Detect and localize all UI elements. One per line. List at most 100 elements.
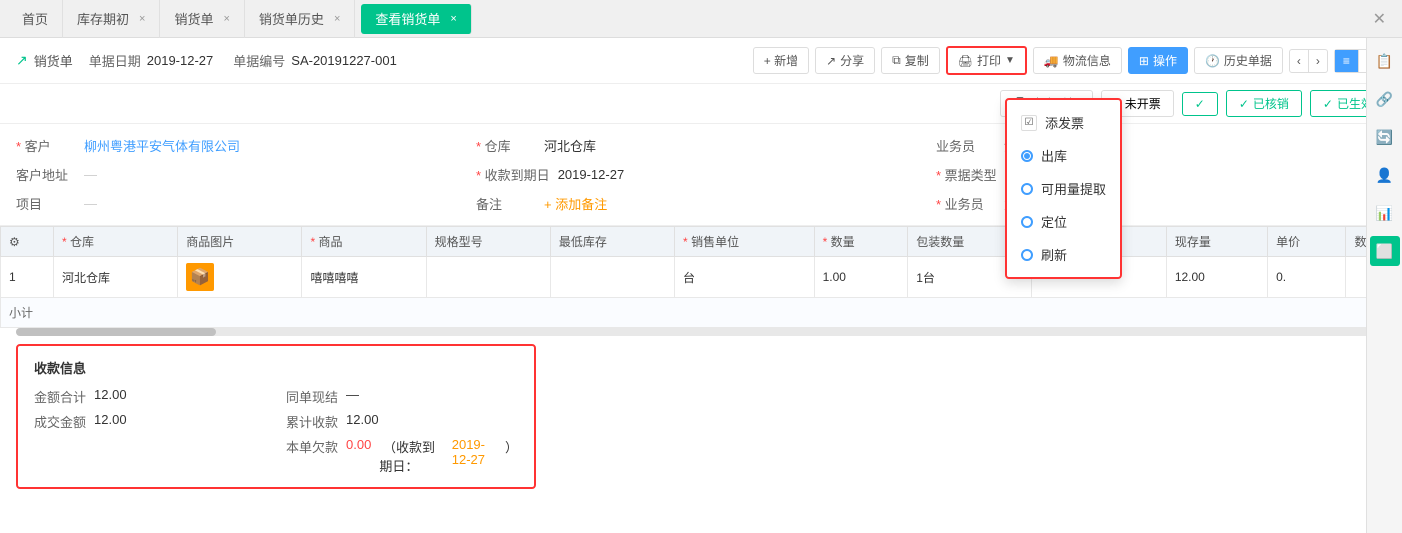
tab-inventory-init[interactable]: 库存期初 ×	[63, 0, 160, 38]
col-spec: 规格型号	[426, 227, 550, 257]
copy-label: 复制	[905, 52, 929, 69]
staff2-label: 业务员	[936, 194, 996, 213]
cumulative-label: 累计收款	[286, 412, 338, 431]
operate-button[interactable]: ⊞ 操作	[1128, 47, 1188, 74]
radio-unselected-icon	[1021, 183, 1033, 195]
total-amount-label: 金额合计	[34, 387, 86, 406]
operate-label: 操作	[1153, 52, 1177, 69]
transaction-amount-value: 12.00	[94, 412, 127, 431]
table-scrollbar[interactable]	[16, 328, 1386, 336]
print-button[interactable]: 🖨 打印 ▼	[946, 46, 1027, 75]
customer-label: 客户	[16, 136, 76, 155]
product-thumbnail: 📦	[186, 263, 214, 291]
sidebar-user-icon[interactable]: 👤	[1370, 160, 1400, 190]
doc-number-value: SA-20191227-001	[291, 53, 397, 68]
subtotal-label: 小计	[1, 298, 1402, 328]
sidebar-doc-icon[interactable]: 📋	[1370, 46, 1400, 76]
doc-meta: 单据日期 2019-12-27 单据编号 SA-20191227-001	[89, 51, 737, 70]
document-header: ↗ 销货单 单据日期 2019-12-27 单据编号 SA-20191227-0…	[0, 38, 1402, 84]
tab-history-close[interactable]: ×	[334, 13, 340, 25]
status-bar: 📱 来自手机 ○ 未开票 ✓ ✓ 已核销 ✓ 已生效	[0, 84, 1402, 124]
col-current-stock: 现存量	[1166, 227, 1267, 257]
dropdown-available-qty[interactable]: 可用量提取	[1007, 172, 1120, 205]
radio-locate-icon	[1021, 216, 1033, 228]
new-label: + 新增	[764, 52, 798, 69]
items-table: ⚙ 仓库 商品图片 商品 规格型号 最低库存 销售单位 数量 包装数量 可用量 …	[0, 226, 1402, 328]
tab-view-sales[interactable]: 查看销货单 ×	[361, 4, 471, 34]
remark-add-button[interactable]: + 添加备注	[544, 194, 607, 213]
sidebar-expand-icon[interactable]: ⬜	[1370, 236, 1400, 266]
tab-sales-history[interactable]: 销货单历史 ×	[245, 0, 355, 38]
tab-home[interactable]: 首页	[8, 0, 63, 38]
transaction-amount-row: 成交金额 12.00	[34, 412, 266, 431]
new-button[interactable]: + 新增	[753, 47, 809, 74]
copy-button[interactable]: ⧉ 复制	[881, 47, 940, 74]
tab-sales-close[interactable]: ×	[223, 13, 229, 25]
tab-view-close[interactable]: ×	[450, 13, 456, 25]
effective-icon: ✓	[1323, 97, 1333, 111]
sidebar-refresh-icon[interactable]: 🔄	[1370, 122, 1400, 152]
doc-date-label: 单据日期	[89, 51, 141, 70]
locate-label: 定位	[1041, 212, 1067, 231]
confirm-button[interactable]: ✓	[1182, 92, 1218, 116]
refresh-label: 刷新	[1041, 245, 1067, 264]
due-amount-label: 本单欠款	[286, 437, 338, 475]
sidebar-chart-icon[interactable]: 📊	[1370, 198, 1400, 228]
history-button[interactable]: 🕐 历史单据	[1194, 47, 1283, 74]
dropdown-locate[interactable]: 定位	[1007, 205, 1120, 238]
sold-button[interactable]: ✓ 已核销	[1226, 90, 1302, 117]
next-button[interactable]: ›	[1309, 50, 1327, 72]
col-qty: 数量	[814, 227, 908, 257]
history-icon: 🕐	[1205, 54, 1220, 68]
due-date-value: 2019-12-27	[452, 437, 497, 475]
print-label: 打印	[977, 52, 1001, 69]
doc-date-item: 单据日期 2019-12-27	[89, 51, 214, 70]
row-current-stock: 12.00	[1166, 257, 1267, 298]
staff-field: 业务员 演示账号	[936, 136, 1386, 155]
col-image: 商品图片	[178, 227, 302, 257]
radio-selected-icon	[1021, 150, 1033, 162]
dropdown-refresh[interactable]: 刷新	[1007, 238, 1120, 271]
col-unit-price: 单价	[1268, 227, 1346, 257]
col-min-stock: 最低库存	[550, 227, 674, 257]
share-button[interactable]: ↗ 分享	[815, 47, 875, 74]
add-invoice-label: 添发票	[1045, 113, 1084, 132]
due-note-close: ）	[505, 437, 518, 475]
tab-inventory-label: 库存期初	[77, 9, 129, 28]
subtotal-row: 小计	[1, 298, 1402, 328]
ticket-type-label: 票据类型	[936, 165, 997, 184]
payment-grid: 金额合计 12.00 成交金额 12.00 同单现结 — 累计收款 12.00	[34, 387, 518, 475]
remark-field: 备注 + 添加备注	[476, 194, 926, 213]
tab-sales-order[interactable]: 销货单 ×	[160, 0, 244, 38]
tab-inventory-close[interactable]: ×	[139, 13, 145, 25]
share-label: 分享	[840, 52, 864, 69]
dropdown-add-invoice[interactable]: ☑ 添发票	[1007, 106, 1120, 139]
checkbox-icon: ☑	[1021, 115, 1037, 131]
nav-buttons: ‹ ›	[1289, 49, 1328, 73]
row-num: 1	[1, 257, 54, 298]
customer-value[interactable]: 柳州粤港平安气体有限公司	[84, 136, 240, 155]
sidebar-right: 📋 🔗 🔄 👤 📊 ⬜	[1366, 38, 1402, 533]
operate-dropdown: ☑ 添发票 出库 可用量提取 定位 刷新	[1005, 98, 1122, 279]
sidebar-link-icon[interactable]: 🔗	[1370, 84, 1400, 114]
row-product: 嘻嘻嘻嘻	[302, 257, 426, 298]
row-min-stock	[550, 257, 674, 298]
doc-date-value: 2019-12-27	[147, 53, 214, 68]
cumulative-value: 12.00	[346, 412, 379, 431]
doc-number-item: 单据编号 SA-20191227-001	[233, 51, 397, 70]
window-close-button[interactable]: ✕	[1365, 5, 1394, 33]
col-settings[interactable]: ⚙	[1, 227, 54, 257]
scroll-thumb[interactable]	[16, 328, 216, 336]
col-unit: 销售单位	[675, 227, 815, 257]
project-label: 项目	[16, 194, 76, 213]
dropdown-outbound[interactable]: 出库	[1007, 139, 1120, 172]
prev-button[interactable]: ‹	[1290, 50, 1309, 72]
logistics-label: 物流信息	[1063, 52, 1111, 69]
view-list-button[interactable]: ≡	[1335, 50, 1359, 72]
warehouse-value: 河北仓库	[544, 136, 596, 155]
address-field: 客户地址 —	[16, 165, 466, 184]
tab-history-label: 销货单历史	[259, 9, 324, 28]
logistics-button[interactable]: 🚚 物流信息	[1033, 47, 1122, 74]
row-unit-price: 0.	[1268, 257, 1346, 298]
confirm-icon: ✓	[1195, 97, 1205, 111]
